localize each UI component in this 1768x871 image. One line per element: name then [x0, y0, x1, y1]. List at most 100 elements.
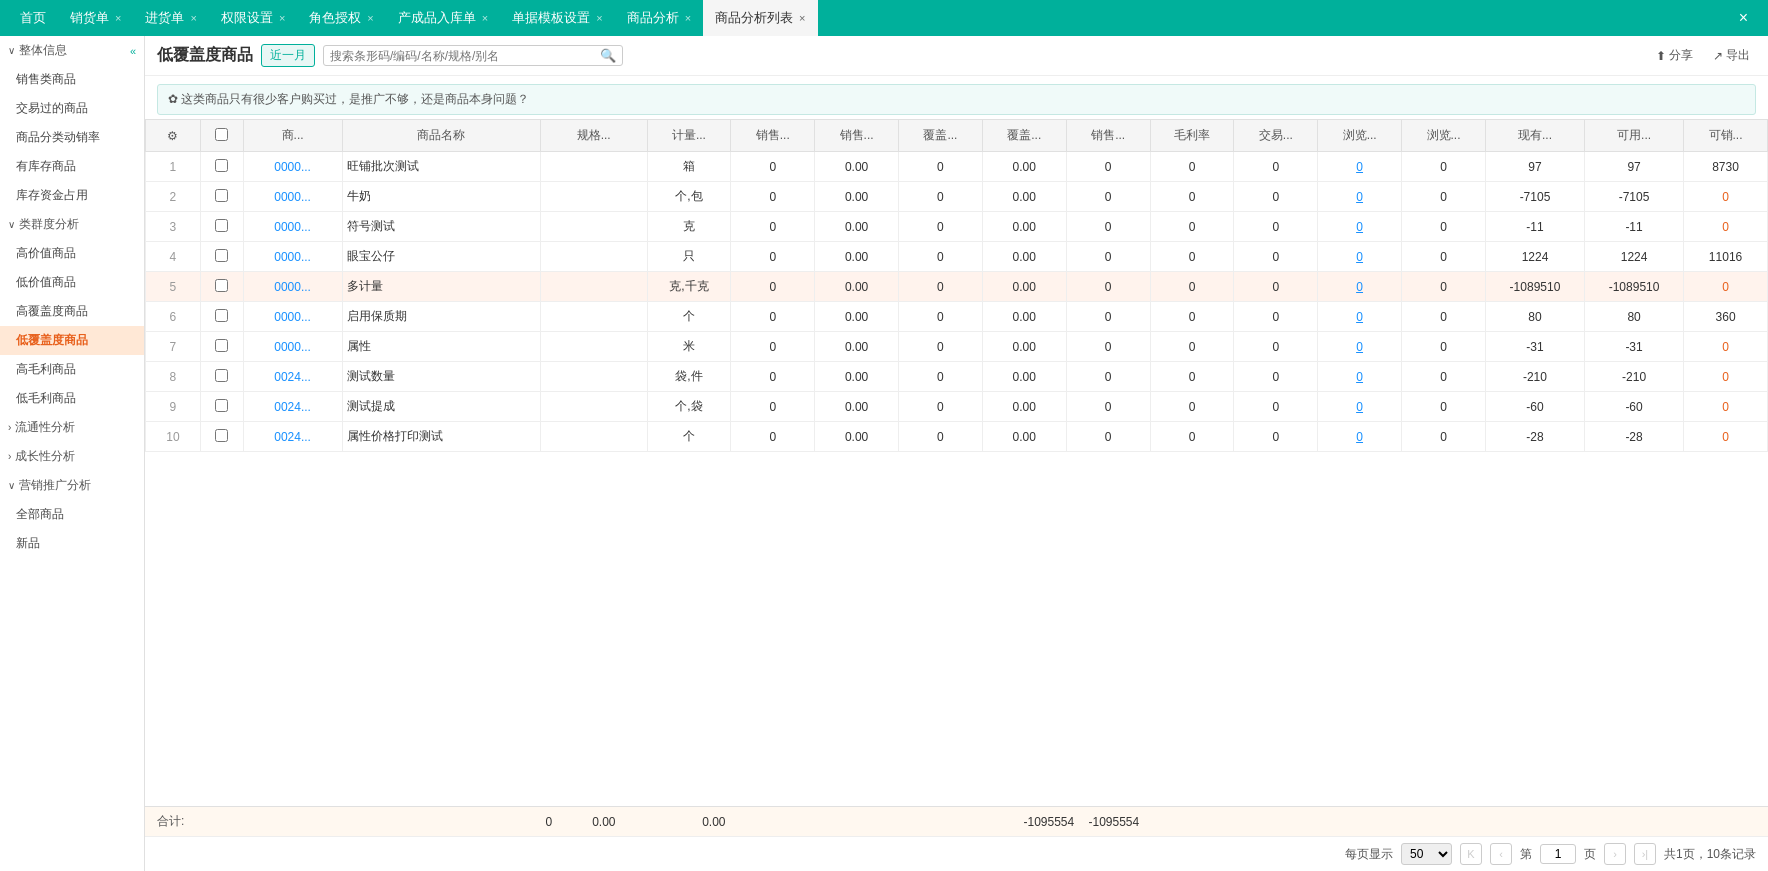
nav-permission[interactable]: 权限设置 × [209, 0, 297, 36]
last-page-btn[interactable]: ›| [1634, 843, 1656, 865]
sidebar-collapse-btn[interactable]: « [130, 45, 136, 57]
row-checkbox-cell[interactable] [200, 212, 243, 242]
th-cover2[interactable]: 覆盖... [982, 120, 1066, 152]
close-goods-list-tab[interactable]: × [799, 12, 805, 24]
sidebar-item-low-value[interactable]: 低价值商品 [0, 268, 144, 297]
sidebar-item-all-goods[interactable]: 全部商品 [0, 500, 144, 529]
nav-goods-analysis-list[interactable]: 商品分析列表 × [703, 0, 817, 36]
row-checkbox[interactable] [215, 219, 228, 232]
share-btn[interactable]: ⬆ 分享 [1650, 44, 1699, 67]
sidebar-section-cluster[interactable]: ∨ 类群度分析 [0, 210, 144, 239]
close-goods-analysis-tab[interactable]: × [685, 12, 691, 24]
th-sales3[interactable]: 销售... [1066, 120, 1150, 152]
row-checkbox[interactable] [215, 399, 228, 412]
per-page-select[interactable]: 50 100 200 [1401, 843, 1452, 865]
select-all-checkbox[interactable] [215, 128, 228, 141]
row-checkbox-cell[interactable] [200, 392, 243, 422]
table-container[interactable]: ⚙ 商... 商品名称 规格... [145, 119, 1768, 806]
search-icon[interactable]: 🔍 [600, 48, 616, 63]
th-name[interactable]: 商品名称 [342, 120, 540, 152]
row-checkbox[interactable] [215, 249, 228, 262]
nav-purchase[interactable]: 进货单 × [133, 0, 208, 36]
sidebar-item-low-margin[interactable]: 低毛利商品 [0, 384, 144, 413]
row-browse1[interactable]: 0 [1318, 362, 1402, 392]
nav-home[interactable]: 首页 [8, 0, 58, 36]
row-checkbox-cell[interactable] [200, 362, 243, 392]
page-number-input[interactable] [1540, 844, 1576, 864]
th-sales4[interactable]: 可销... [1684, 120, 1768, 152]
th-browse1[interactable]: 浏览... [1318, 120, 1402, 152]
row-checkbox[interactable] [215, 309, 228, 322]
row-checkbox-cell[interactable] [200, 182, 243, 212]
row-checkbox-cell[interactable] [200, 272, 243, 302]
th-sales1[interactable]: 销售... [731, 120, 815, 152]
sidebar-item-in-stock[interactable]: 有库存商品 [0, 152, 144, 181]
row-checkbox-cell[interactable] [200, 242, 243, 272]
row-browse1[interactable]: 0 [1318, 392, 1402, 422]
th-sales2[interactable]: 销售... [815, 120, 899, 152]
th-trade[interactable]: 交易... [1234, 120, 1318, 152]
nav-role[interactable]: 角色授权 × [297, 0, 385, 36]
sidebar-item-traded-goods[interactable]: 交易过的商品 [0, 94, 144, 123]
row-checkbox-cell[interactable] [200, 332, 243, 362]
th-stock1[interactable]: 现有... [1485, 120, 1584, 152]
next-page-btn[interactable]: › [1604, 843, 1626, 865]
row-stock2: 1224 [1585, 242, 1684, 272]
close-sales-tab[interactable]: × [115, 12, 121, 24]
row-browse1[interactable]: 0 [1318, 272, 1402, 302]
row-browse1[interactable]: 0 [1318, 302, 1402, 332]
search-input[interactable] [330, 49, 596, 63]
gear-icon[interactable]: ⚙ [167, 129, 178, 143]
th-spec[interactable]: 规格... [540, 120, 647, 152]
row-browse1[interactable]: 0 [1318, 242, 1402, 272]
sidebar-section-marketing[interactable]: ∨ 营销推广分析 [0, 471, 144, 500]
th-gross[interactable]: 毛利率 [1150, 120, 1234, 152]
row-checkbox-cell[interactable] [200, 422, 243, 452]
th-code[interactable]: 商... [243, 120, 342, 152]
row-checkbox[interactable] [215, 159, 228, 172]
sidebar-item-sales-goods[interactable]: 销售类商品 [0, 65, 144, 94]
row-checkbox-cell[interactable] [200, 302, 243, 332]
row-checkbox[interactable] [215, 189, 228, 202]
sidebar-item-stock-capital[interactable]: 库存资金占用 [0, 181, 144, 210]
row-browse1[interactable]: 0 [1318, 182, 1402, 212]
close-product-tab[interactable]: × [482, 12, 488, 24]
th-unit[interactable]: 计量... [647, 120, 731, 152]
first-page-btn[interactable]: K [1460, 843, 1482, 865]
row-browse1[interactable]: 0 [1318, 152, 1402, 182]
sidebar-item-low-coverage[interactable]: 低覆盖度商品 [0, 326, 144, 355]
sidebar-section-growth[interactable]: › 成长性分析 [0, 442, 144, 471]
nav-sales[interactable]: 销货单 × [58, 0, 133, 36]
row-browse1[interactable]: 0 [1318, 332, 1402, 362]
th-gear[interactable]: ⚙ [146, 120, 201, 152]
sidebar-item-high-value[interactable]: 高价值商品 [0, 239, 144, 268]
row-browse1[interactable]: 0 [1318, 422, 1402, 452]
row-checkbox[interactable] [215, 339, 228, 352]
nav-template[interactable]: 单据模板设置 × [500, 0, 614, 36]
th-check[interactable] [200, 120, 243, 152]
export-btn[interactable]: ↗ 导出 [1707, 44, 1756, 67]
sidebar-item-high-margin[interactable]: 高毛利商品 [0, 355, 144, 384]
sidebar-section-overall[interactable]: ∨ 整体信息 « [0, 36, 144, 65]
th-stock2[interactable]: 可用... [1585, 120, 1684, 152]
close-purchase-tab[interactable]: × [190, 12, 196, 24]
sidebar-item-high-coverage[interactable]: 高覆盖度商品 [0, 297, 144, 326]
row-checkbox[interactable] [215, 429, 228, 442]
close-permission-tab[interactable]: × [279, 12, 285, 24]
nav-product-entry[interactable]: 产成品入库单 × [386, 0, 500, 36]
window-close-button[interactable]: × [1727, 9, 1760, 27]
row-browse1[interactable]: 0 [1318, 212, 1402, 242]
prev-page-btn[interactable]: ‹ [1490, 843, 1512, 865]
row-checkbox[interactable] [215, 279, 228, 292]
sidebar-item-category-rate[interactable]: 商品分类动销率 [0, 123, 144, 152]
filter-recent-month-btn[interactable]: 近一月 [261, 44, 315, 67]
row-checkbox-cell[interactable] [200, 152, 243, 182]
th-cover1[interactable]: 覆盖... [899, 120, 983, 152]
sidebar-section-circulation[interactable]: › 流通性分析 [0, 413, 144, 442]
sidebar-item-new-goods[interactable]: 新品 [0, 529, 144, 558]
nav-goods-analysis[interactable]: 商品分析 × [615, 0, 703, 36]
th-browse2[interactable]: 浏览... [1402, 120, 1486, 152]
close-role-tab[interactable]: × [367, 12, 373, 24]
close-template-tab[interactable]: × [596, 12, 602, 24]
row-checkbox[interactable] [215, 369, 228, 382]
